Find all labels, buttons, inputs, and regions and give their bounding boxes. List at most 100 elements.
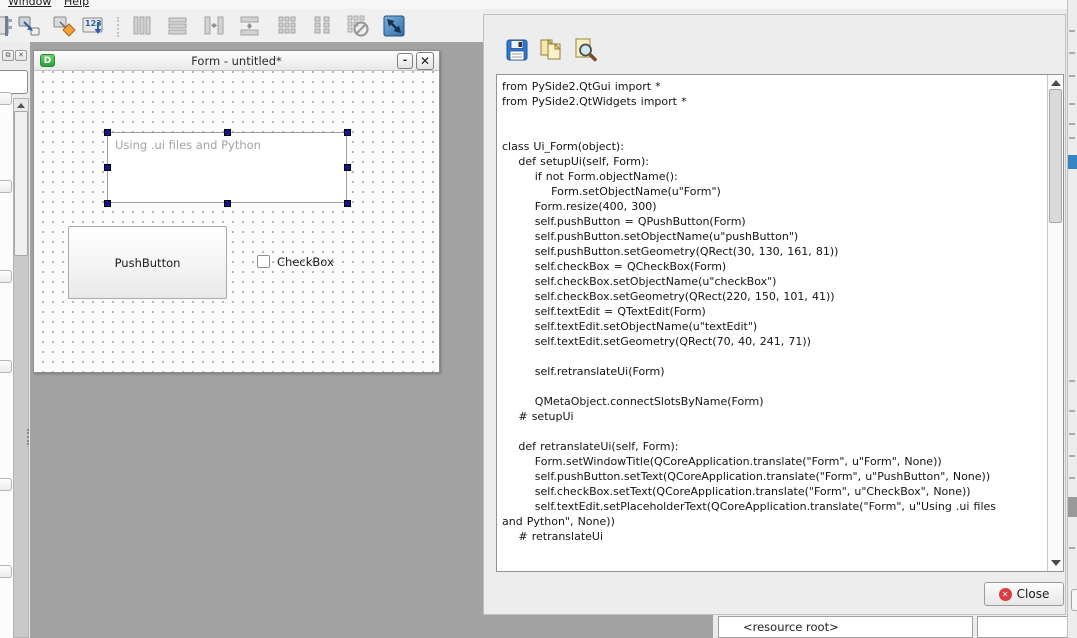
- break-layout-button[interactable]: [346, 14, 370, 38]
- float-icon: ⧉: [6, 51, 11, 59]
- edit-buddies-button[interactable]: [52, 14, 76, 38]
- edit-buddies-icon: [52, 14, 76, 38]
- edit-signals-slots-icon: [17, 14, 41, 38]
- close-button-label: Close: [1017, 587, 1050, 601]
- close-circle-icon: ✕: [999, 588, 1012, 601]
- layout-horizontal-splitter-icon: [202, 14, 226, 38]
- selection-handle[interactable]: [344, 164, 351, 171]
- copy-icon: [539, 38, 565, 62]
- section-header-edge: [1068, 497, 1077, 517]
- dock-close-button[interactable]: ✕: [15, 50, 27, 61]
- form-canvas[interactable]: Using .ui files and Python PushButton Ch…: [34, 71, 439, 372]
- resource-browser-preview: [977, 616, 1077, 638]
- selection-handle[interactable]: [344, 129, 351, 136]
- row-line: [1069, 477, 1075, 479]
- main-toolbar: 123: [0, 9, 483, 42]
- checkbox-label: CheckBox: [277, 255, 334, 269]
- widget-box-item-stub[interactable]: [0, 360, 12, 373]
- resource-root-item[interactable]: <resource root>: [743, 620, 839, 634]
- layout-form-icon: [311, 14, 335, 38]
- save-icon: [506, 39, 528, 61]
- close-icon: ✕: [18, 51, 24, 59]
- row-line: [1069, 410, 1075, 412]
- selection-handle[interactable]: [104, 129, 111, 136]
- layout-vertical-splitter-button[interactable]: [238, 14, 262, 38]
- row-line: [1069, 30, 1075, 32]
- textedit-placeholder: Using .ui files and Python: [108, 133, 346, 157]
- edit-tab-order-button[interactable]: 123: [81, 14, 105, 38]
- selection-handle[interactable]: [104, 200, 111, 207]
- menu-bar: Window Help: [0, 0, 1077, 9]
- scrollbar-thumb[interactable]: [1049, 89, 1062, 223]
- row-line: [1069, 52, 1075, 54]
- resource-browser-tree[interactable]: <resource root>: [718, 616, 973, 638]
- layout-grid-button[interactable]: [276, 14, 300, 38]
- widget-box-item-stub[interactable]: [0, 180, 12, 193]
- layout-horizontal-splitter-button[interactable]: [202, 14, 226, 38]
- selection-handle[interactable]: [104, 164, 111, 171]
- splitter-handle[interactable]: [27, 429, 29, 445]
- row-line: [1069, 103, 1075, 105]
- layout-vertical-icon: [166, 14, 190, 38]
- selection-handle[interactable]: [224, 129, 231, 136]
- row-line: [1069, 380, 1075, 382]
- code-view: from PySide2.QtGui import * from PySide2…: [496, 74, 1064, 572]
- row-line: [1069, 75, 1075, 77]
- textedit-widget[interactable]: Using .ui files and Python: [107, 132, 347, 203]
- toolbar-separator: [117, 17, 119, 37]
- adjust-size-icon: [382, 14, 406, 38]
- layout-grid-icon: [276, 14, 300, 38]
- find-button[interactable]: [573, 38, 599, 66]
- row-line: [1069, 123, 1075, 125]
- scroll-up-arrow-icon[interactable]: [1051, 80, 1061, 86]
- row-line: [1069, 547, 1075, 549]
- edit-widgets-icon: [0, 14, 13, 38]
- generated-code-text[interactable]: from PySide2.QtGui import * from PySide2…: [497, 75, 1047, 571]
- pushbutton-widget[interactable]: PushButton: [68, 226, 227, 299]
- widget-box-item-stub[interactable]: [0, 478, 12, 491]
- menu-help[interactable]: Help: [64, 0, 89, 8]
- tab-order-digits: 123: [85, 19, 102, 28]
- menu-window[interactable]: Window: [8, 0, 51, 8]
- layout-horizontal-icon: [130, 14, 154, 38]
- code-scrollbar[interactable]: [1047, 75, 1063, 571]
- save-button[interactable]: [506, 39, 528, 65]
- scroll-up-arrow-icon[interactable]: [14, 99, 28, 111]
- copy-button[interactable]: [539, 38, 565, 66]
- right-edge-panel: [1067, 0, 1077, 638]
- find-icon: [573, 38, 599, 62]
- widget-box-panel: ⧉ ✕: [0, 42, 30, 638]
- adjust-size-button[interactable]: [382, 14, 406, 38]
- form-window-title: Form - untitled*: [34, 54, 439, 68]
- widget-box-scrollbar[interactable]: [13, 98, 29, 638]
- form-editor-window: D Form - untitled* - ✕ Using .ui files a…: [33, 50, 440, 373]
- scroll-down-arrow-icon[interactable]: [1051, 560, 1061, 566]
- layout-form-button[interactable]: [311, 14, 335, 38]
- selected-row-highlight: [1068, 155, 1077, 169]
- button-edge: [1071, 589, 1077, 611]
- widget-filter-input[interactable]: [0, 70, 28, 94]
- row-line: [1069, 455, 1075, 457]
- layout-vertical-button[interactable]: [166, 14, 190, 38]
- scrollbar-thumb[interactable]: [14, 111, 28, 256]
- form-minimize-button[interactable]: -: [397, 53, 413, 69]
- form-close-button[interactable]: ✕: [416, 52, 434, 70]
- code-preview-dialog: from PySide2.QtGui import * from PySide2…: [483, 14, 1066, 615]
- widget-box-item-stub[interactable]: [0, 92, 12, 105]
- row-line: [1069, 433, 1075, 435]
- selection-handle[interactable]: [344, 200, 351, 207]
- pushbutton-label: PushButton: [115, 256, 181, 270]
- break-layout-icon: [346, 14, 370, 38]
- dock-float-button[interactable]: ⧉: [2, 50, 14, 61]
- selection-handle[interactable]: [224, 200, 231, 207]
- widget-box-item-stub[interactable]: [0, 270, 12, 283]
- qt-designer-screen: Window Help: [0, 0, 1077, 638]
- widget-box-item-stub[interactable]: [0, 565, 12, 578]
- form-title-bar[interactable]: D Form - untitled* - ✕: [34, 51, 439, 71]
- layout-horizontal-button[interactable]: [130, 14, 154, 38]
- checkbox-widget[interactable]: [257, 255, 270, 268]
- close-button[interactable]: ✕ Close: [984, 582, 1064, 606]
- edit-widgets-button[interactable]: [0, 14, 13, 38]
- edit-signals-slots-button[interactable]: [17, 14, 41, 38]
- layout-vertical-splitter-icon: [238, 14, 262, 38]
